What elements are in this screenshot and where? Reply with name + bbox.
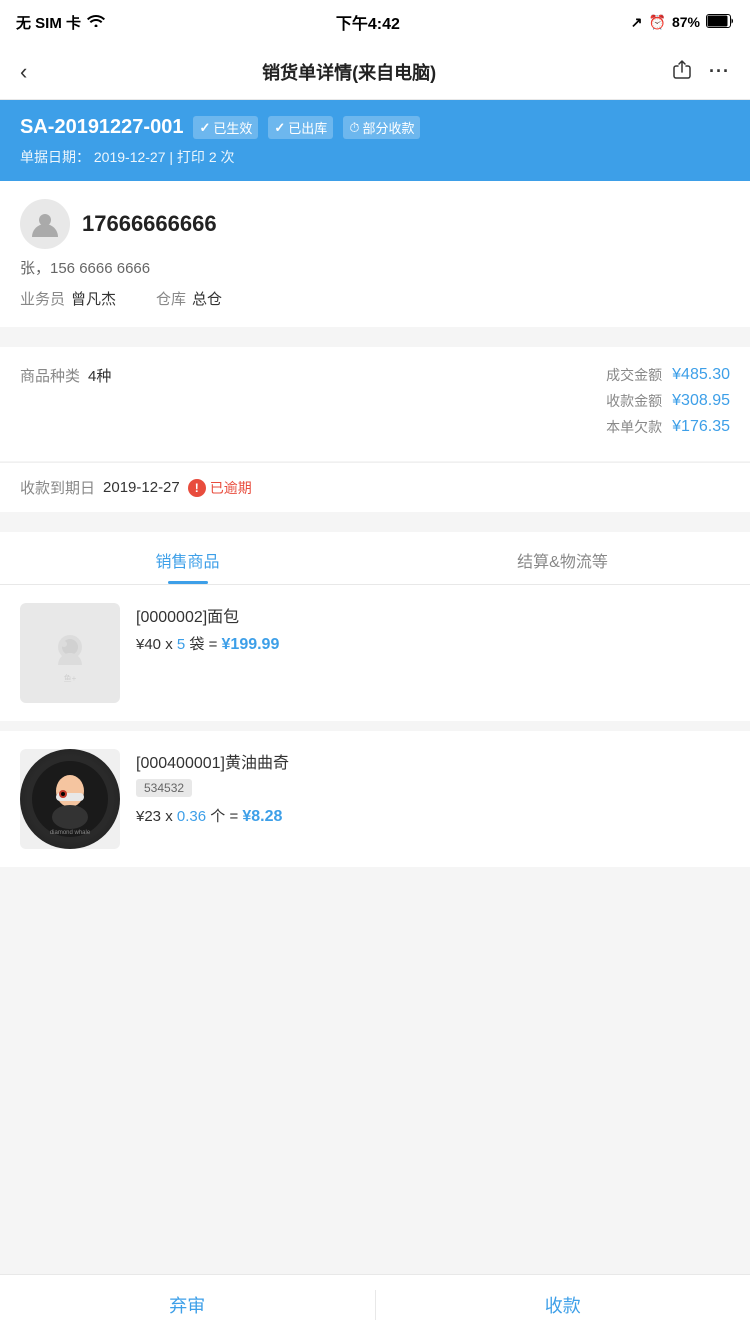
debt-label: 本单欠款 (606, 417, 662, 437)
more-icon[interactable]: ··· (709, 61, 730, 82)
battery-icon (706, 14, 734, 31)
overdue-icon: ! (188, 479, 206, 497)
tabs-container: 销售商品 结算&物流等 (0, 532, 750, 585)
deal-amount-row: 成交金额 ¥485.30 (606, 365, 730, 385)
price-unit-1: 袋 (189, 636, 204, 653)
product-count-label: 商品种类 (20, 365, 80, 386)
deal-amount-value: ¥485.30 (672, 366, 730, 384)
price-x-2: x (165, 808, 177, 825)
wifi-icon (87, 13, 105, 31)
price-unit-2: 个 (210, 808, 225, 825)
section-separator-1 (0, 337, 750, 347)
abandon-review-button[interactable]: 弃审 (0, 1275, 375, 1334)
tabs: 销售商品 结算&物流等 (0, 532, 750, 584)
svg-text:diamond whale: diamond whale (50, 830, 91, 836)
product-tag-2: 534532 (136, 779, 192, 797)
customer-phone: 17666666666 (82, 211, 217, 237)
debt-amount-value: ¥176.35 (672, 418, 730, 436)
tab-products[interactable]: 销售商品 (0, 532, 375, 584)
received-amount-row: 收款金额 ¥308.95 (606, 391, 730, 411)
received-amount-value: ¥308.95 (672, 392, 730, 410)
list-item: diamond whale [000400001]黄油曲奇 534532 ¥23… (0, 731, 750, 867)
status-time: 下午4:42 (336, 10, 400, 34)
product-price-2: ¥23 x 0.36 个 = ¥8.28 (136, 805, 730, 826)
alarm-icon: ⏰ (649, 14, 666, 31)
stats-right: 成交金额 ¥485.30 收款金额 ¥308.95 本单欠款 ¥176.35 (606, 365, 730, 443)
price-eq-2: = (229, 808, 242, 825)
bottom-spacer (0, 877, 750, 947)
stats-section: 商品种类 4种 成交金额 ¥485.30 收款金额 ¥308.95 本单欠款 ¥… (0, 347, 750, 461)
price-qty-1: 5 (177, 636, 185, 653)
order-header: SA-20191227-001 已生效 已出库 部分收款 单据日期： 2019-… (0, 100, 750, 181)
warehouse-value: 总仓 (192, 288, 222, 309)
nav-left: ‹ (20, 59, 27, 85)
svg-text:鱼+: 鱼+ (64, 673, 77, 683)
clock-icon (349, 120, 359, 136)
status-badge-shipped: 已出库 (268, 116, 333, 139)
sales-label: 业务员 (20, 288, 65, 309)
tab-settlement[interactable]: 结算&物流等 (375, 532, 750, 584)
price-x-1: x (165, 636, 177, 653)
product-count-value: 4种 (88, 365, 111, 386)
price-qty-2: 0.36 (177, 808, 206, 825)
payment-button[interactable]: 收款 (376, 1275, 750, 1334)
product-info-1: [0000002]面包 ¥40 x 5 袋 = ¥199.99 (136, 603, 730, 654)
price-base-1: ¥40 (136, 636, 161, 653)
section-separator-2 (0, 512, 750, 522)
product-info-2: [000400001]黄油曲奇 534532 ¥23 x 0.36 个 = ¥8… (136, 749, 730, 826)
order-header-top: SA-20191227-001 已生效 已出库 部分收款 (20, 116, 730, 139)
price-total-2: ¥8.28 (242, 808, 282, 825)
carrier-text: 无 SIM 卡 (16, 12, 81, 33)
sales-meta: 业务员 曾凡杰 (20, 288, 116, 309)
back-button[interactable]: ‹ (20, 59, 27, 85)
due-section: 收款到期日 2019-12-27 ! 已逾期 (0, 462, 750, 512)
product-name-2: [000400001]黄油曲奇 (136, 749, 730, 773)
status-bar: 无 SIM 卡 下午4:42 ↗ ⏰ 87% (0, 0, 750, 44)
page-title: 销货单详情(来自电脑) (262, 59, 436, 85)
product-image-1: 鱼+ (20, 603, 120, 703)
price-total-1: ¥199.99 (222, 636, 280, 653)
nav-right: ··· (671, 58, 730, 86)
overdue-badge: ! 已逾期 (188, 478, 252, 498)
list-item: 鱼+ [0000002]面包 ¥40 x 5 袋 = ¥199.99 (0, 585, 750, 721)
status-right: ↗ ⏰ 87% (631, 14, 734, 31)
status-badge-active: 已生效 (193, 116, 258, 139)
share-icon[interactable] (671, 58, 693, 86)
status-left: 无 SIM 卡 (16, 12, 105, 33)
customer-sub: 张，156 6666 6666 (20, 257, 730, 278)
product-list: 鱼+ [0000002]面包 ¥40 x 5 袋 = ¥199.99 (0, 585, 750, 867)
bottom-bar: 弃审 收款 (0, 1274, 750, 1334)
status-badge-partial: 部分收款 (343, 116, 420, 139)
avatar (20, 199, 70, 249)
product-image-2: diamond whale (20, 749, 120, 849)
price-eq-1: = (209, 636, 222, 653)
customer-meta: 业务员 曾凡杰 仓库 总仓 (20, 288, 730, 309)
overdue-text: 已逾期 (210, 478, 252, 498)
check-icon-2 (274, 120, 285, 136)
deal-amount-label: 成交金额 (606, 365, 662, 385)
battery-text: 87% (672, 14, 700, 30)
due-date-value: 2019-12-27 (103, 479, 180, 496)
warehouse-label: 仓库 (156, 288, 186, 309)
customer-section: 17666666666 张，156 6666 6666 业务员 曾凡杰 仓库 总… (0, 181, 750, 327)
customer-top: 17666666666 (20, 199, 730, 249)
product-price-1: ¥40 x 5 袋 = ¥199.99 (136, 633, 730, 654)
order-id: SA-20191227-001 (20, 116, 183, 139)
sales-value: 曾凡杰 (71, 288, 116, 309)
received-label: 收款金额 (606, 391, 662, 411)
price-base-2: ¥23 (136, 808, 161, 825)
product-name-1: [0000002]面包 (136, 603, 730, 627)
order-date: 单据日期： 2019-12-27 | 打印 2 次 (20, 147, 730, 167)
stats-left: 商品种类 4种 (20, 365, 111, 388)
check-icon (199, 120, 210, 136)
warehouse-meta: 仓库 总仓 (156, 288, 222, 309)
debt-amount-row: 本单欠款 ¥176.35 (606, 417, 730, 437)
nav-bar: ‹ 销货单详情(来自电脑) ··· (0, 44, 750, 100)
location-icon: ↗ (631, 14, 643, 31)
product-count-row: 商品种类 4种 (20, 365, 111, 386)
due-label: 收款到期日 (20, 477, 95, 498)
